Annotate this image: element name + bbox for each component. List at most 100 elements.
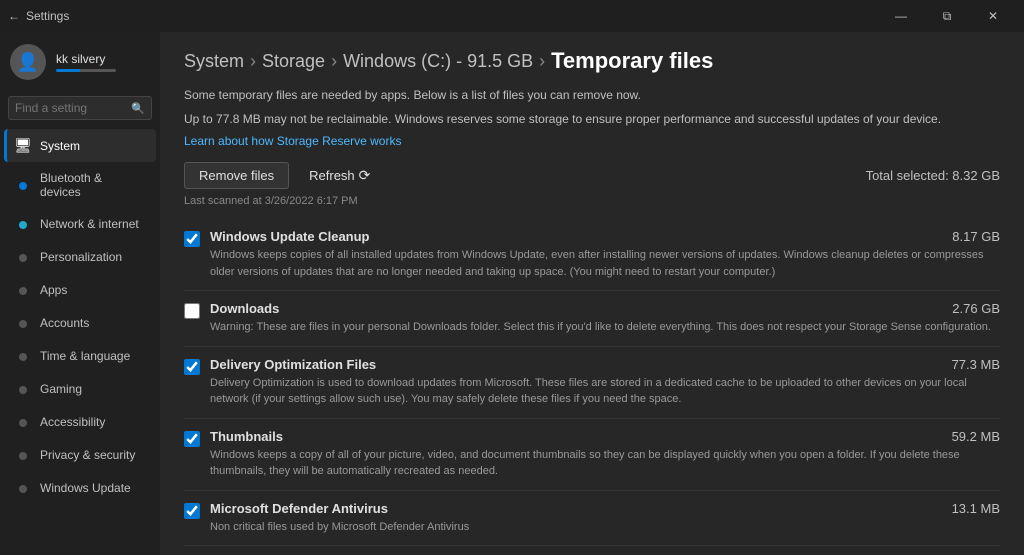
sidebar-item-accounts[interactable]: Accounts [4,307,156,339]
file-name-1: Downloads [210,301,279,316]
file-checkbox-4[interactable] [184,503,200,519]
sidebar-item-personalization[interactable]: Personalization [4,241,156,273]
title-bar-controls: — ⧉ ✕ [878,0,1016,32]
breadcrumb-sep-1: › [331,51,337,72]
file-name-0: Windows Update Cleanup [210,229,370,244]
title-bar-left: ← Settings [8,9,69,23]
breadcrumb-sep-2: › [539,51,545,72]
sidebar: 👤 kk silvery 🔍 🖥 System Bluetooth & device… [0,32,160,555]
description-2: Up to 77.8 MB may not be reclaimable. Wi… [184,110,1000,128]
nav-label-winupdate: Windows Update [40,481,131,495]
file-name-2: Delivery Optimization Files [210,357,376,372]
breadcrumb: System › Storage › Windows (C:) - 91.5 GB › Te… [184,48,1000,74]
file-header-1: Downloads 2.76 GB [210,301,1000,316]
sidebar-item-winupdate[interactable]: Windows Update [4,472,156,504]
sidebar-item-bluetooth[interactable]: Bluetooth & devices [4,163,156,207]
total-selected: Total selected: 8.32 GB [866,168,1000,183]
file-item-4: Microsoft Defender Antivirus 13.1 MB Non c… [184,491,1000,547]
file-header-0: Windows Update Cleanup 8.17 GB [210,229,1000,244]
breadcrumb-sep-0: › [250,51,256,72]
file-info-3: Thumbnails 59.2 MB Windows keeps a copy of… [210,429,1000,480]
nav-icon-winupdate [14,480,32,496]
file-desc-1: Warning: These are files in your persona… [210,319,1000,336]
nav-icon-network [14,216,32,232]
file-item-1: Downloads 2.76 GB Warning: These are files… [184,291,1000,347]
nav-label-gaming: Gaming [40,382,82,396]
avatar-icon: 👤 [17,52,39,73]
user-profile[interactable]: 👤 kk silvery [0,32,160,92]
nav-label-personalization: Personalization [40,250,122,264]
nav-list: 🖥 System Bluetooth & devices Network & inte… [0,128,160,505]
file-desc-3: Windows keeps a copy of all of your pict… [210,447,1000,480]
file-size-3: 59.2 MB [952,429,1000,444]
nav-label-accounts: Accounts [40,316,89,330]
sidebar-item-apps[interactable]: Apps [4,274,156,306]
nav-icon-gaming [14,381,32,397]
user-progress-bar [56,69,116,72]
refresh-icon: ⟳ [359,167,371,184]
file-list: Windows Update Cleanup 8.17 GB Windows kee… [184,219,1000,555]
file-checkbox-2[interactable] [184,359,200,375]
file-item-3: Thumbnails 59.2 MB Windows keeps a copy of… [184,419,1000,491]
file-desc-2: Delivery Optimization is used to downloa… [210,375,1000,408]
minimize-button[interactable]: — [878,0,924,32]
nav-icon-accessibility [14,414,32,430]
nav-label-network: Network & internet [40,217,139,231]
search-icon: 🔍 [131,102,145,115]
nav-label-bluetooth: Bluetooth & devices [40,171,146,199]
learn-link[interactable]: Learn about how Storage Reserve works [184,134,1000,148]
file-info-2: Delivery Optimization Files 77.3 MB Delive… [210,357,1000,408]
sidebar-item-time[interactable]: Time & language [4,340,156,372]
nav-icon-system: 🖥 [14,137,32,154]
file-name-3: Thumbnails [210,429,283,444]
user-info: kk silvery [56,52,116,72]
search-input[interactable] [15,101,129,115]
remove-files-button[interactable]: Remove files [184,162,289,189]
nav-icon-time [14,348,32,364]
title-bar: ← Settings — ⧉ ✕ [0,0,1024,32]
nav-icon-apps [14,282,32,298]
back-icon[interactable]: ← [8,9,20,23]
refresh-button[interactable]: Refresh ⟳ [299,162,380,189]
breadcrumb-item-0[interactable]: System [184,51,244,72]
sidebar-item-system[interactable]: 🖥 System [4,129,156,162]
file-item-2: Delivery Optimization Files 77.3 MB Delive… [184,347,1000,419]
nav-label-apps: Apps [40,283,67,297]
breadcrumb-item-1[interactable]: Storage [262,51,325,72]
nav-label-time: Time & language [40,349,130,363]
file-checkbox-3[interactable] [184,431,200,447]
action-bar: Remove files Refresh ⟳ Total selected: 8… [184,162,1000,189]
file-checkbox-0[interactable] [184,231,200,247]
file-info-0: Windows Update Cleanup 8.17 GB Windows kee… [210,229,1000,280]
sidebar-item-gaming[interactable]: Gaming [4,373,156,405]
nav-icon-accounts [14,315,32,331]
main-layout: 👤 kk silvery 🔍 🖥 System Bluetooth & device… [0,32,1024,555]
sidebar-item-network[interactable]: Network & internet [4,208,156,240]
close-button[interactable]: ✕ [970,0,1016,32]
maximize-button[interactable]: ⧉ [924,0,970,32]
app-title: Settings [26,9,69,23]
username: kk silvery [56,52,116,66]
file-size-1: 2.76 GB [952,301,1000,316]
description-1: Some temporary files are needed by apps.… [184,86,1000,104]
breadcrumb-item-3: Temporary files [551,48,713,74]
nav-label-system: System [40,139,80,153]
file-size-4: 13.1 MB [952,501,1000,516]
sidebar-item-privacy[interactable]: Privacy & security [4,439,156,471]
search-box[interactable]: 🔍 [8,96,152,120]
file-desc-4: Non critical files used by Microsoft Def… [210,519,1000,536]
file-name-4: Microsoft Defender Antivirus [210,501,388,516]
nav-label-accessibility: Accessibility [40,415,105,429]
file-item-5: Temporary Internet Files6.23 MBThe Tempo… [184,546,1000,555]
file-header-4: Microsoft Defender Antivirus 13.1 MB [210,501,1000,516]
refresh-label: Refresh [309,168,355,183]
nav-icon-privacy [14,447,32,463]
nav-icon-bluetooth [14,177,32,193]
file-checkbox-1[interactable] [184,303,200,319]
breadcrumb-item-2[interactable]: Windows (C:) - 91.5 GB [343,51,533,72]
file-size-0: 8.17 GB [952,229,1000,244]
sidebar-item-accessibility[interactable]: Accessibility [4,406,156,438]
file-desc-0: Windows keeps copies of all installed up… [210,247,1000,280]
nav-label-privacy: Privacy & security [40,448,135,462]
file-size-2: 77.3 MB [952,357,1000,372]
